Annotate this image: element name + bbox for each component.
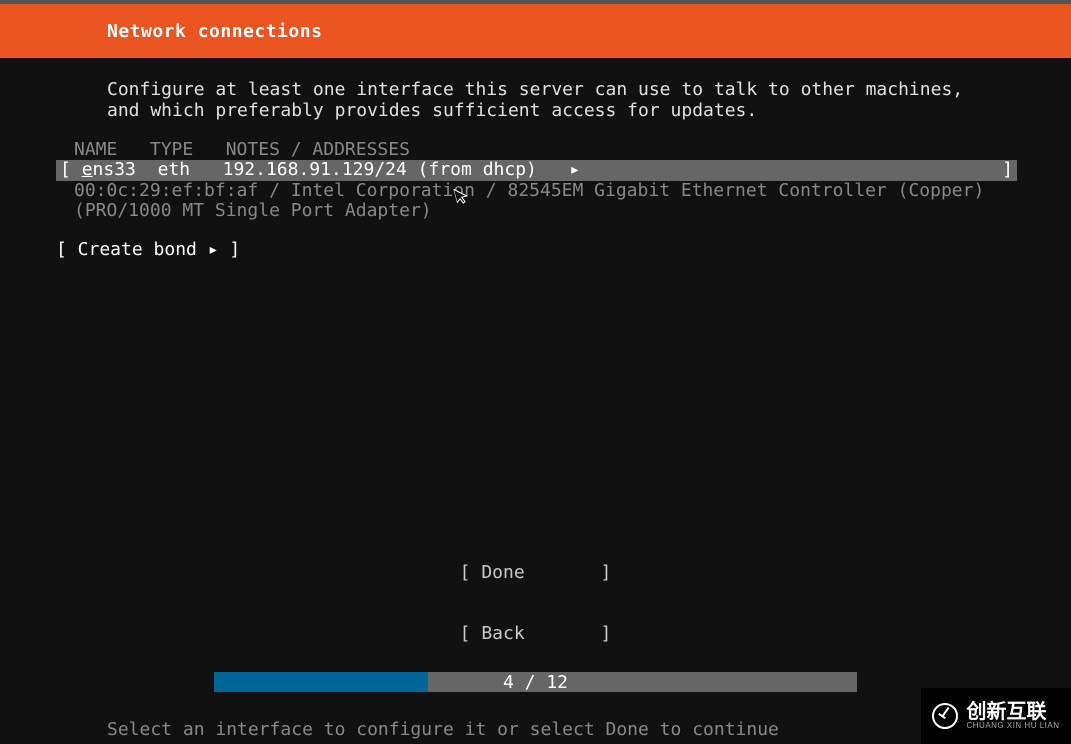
progress-text: 4 / 12	[214, 672, 857, 693]
main-content: Configure at least one interface this se…	[0, 58, 1071, 260]
interface-name-hotkey: e	[82, 159, 93, 180]
watermark-logo-icon	[932, 703, 958, 729]
interface-details: 00:0c:29:ef:bf:af / Intel Corporation / …	[0, 181, 1071, 221]
progress-bar: 4 / 12	[214, 672, 857, 692]
page-header: Network connections	[0, 4, 1071, 58]
watermark-sub: CHUANG XIN HU LIAN	[966, 722, 1059, 730]
description-line-2: and which preferably provides sufficient…	[107, 100, 757, 121]
interface-row-ens33[interactable]: [ ens33 eth 192.168.91.129/24 (from dhcp…	[56, 160, 1017, 181]
create-bond-button[interactable]: [ Create bond ▸ ]	[0, 239, 1071, 260]
done-button[interactable]: [ Done ]	[0, 563, 1071, 583]
interface-table-header: NAME TYPE NOTES / ADDRESSES	[0, 139, 1071, 160]
interface-notes: 192.168.91.129/24 (from dhcp)	[223, 159, 537, 180]
page-title: Network connections	[107, 21, 322, 42]
interface-details-line-2: (PRO/1000 MT Single Port Adapter)	[74, 200, 432, 221]
description-line-1: Configure at least one interface this se…	[107, 79, 963, 100]
hint-text: Select an interface to configure it or s…	[107, 719, 779, 740]
description-text: Configure at least one interface this se…	[0, 80, 1071, 121]
interface-name-rest: ns33	[93, 159, 136, 180]
back-button[interactable]: [ Back ]	[0, 624, 1071, 644]
interface-type: eth	[158, 159, 191, 180]
footer-buttons: [ Done ] [ Back ]	[0, 523, 1071, 664]
bracket-close: ]	[1002, 160, 1013, 181]
interface-row-text: ens33 eth 192.168.91.129/24 (from dhcp) …	[82, 160, 1002, 181]
watermark-main: 创新互联	[966, 702, 1059, 722]
bracket-open: [	[60, 160, 82, 181]
watermark: 创新互联 CHUANG XIN HU LIAN	[921, 688, 1071, 744]
interface-details-line-1: 00:0c:29:ef:bf:af / Intel Corporation / …	[74, 180, 984, 201]
chevron-right-icon: ▸	[569, 159, 580, 180]
watermark-text: 创新互联 CHUANG XIN HU LIAN	[966, 702, 1059, 730]
